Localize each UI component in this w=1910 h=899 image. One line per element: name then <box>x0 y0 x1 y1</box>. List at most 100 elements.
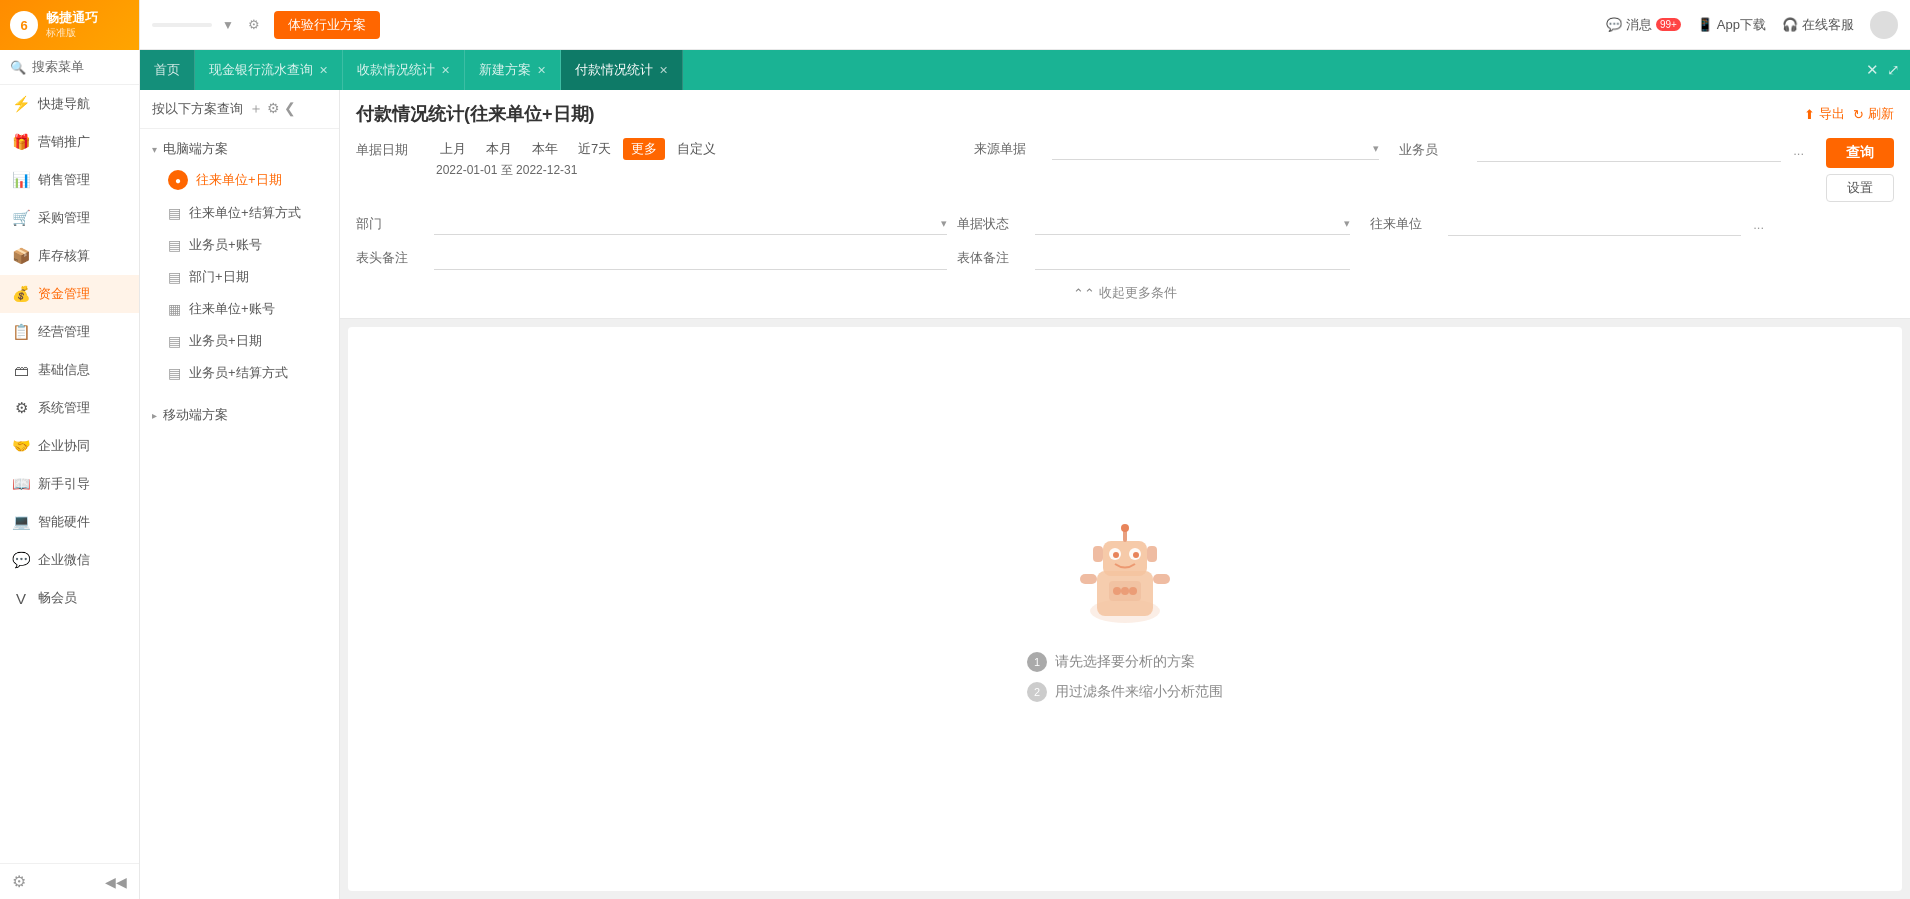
search-icon: 🔍 <box>10 60 26 75</box>
scheme-item-unit-settle[interactable]: ▤ 往来单位+结算方式 <box>140 197 339 229</box>
sidebar-item-capital[interactable]: 💰 资金管理 <box>0 275 139 313</box>
active-scheme-dot: ● <box>168 170 188 190</box>
notifications-badge: 99+ <box>1656 18 1681 31</box>
tab-bank-flow[interactable]: 现金银行流水查询 ✕ <box>195 50 343 90</box>
phone-icon: 📱 <box>1697 17 1713 32</box>
staff-input[interactable] <box>1477 138 1781 162</box>
date-btn-this-month[interactable]: 本月 <box>478 138 520 160</box>
tab-pay-stats[interactable]: 付款情况统计 ✕ <box>561 50 683 90</box>
trial-btn[interactable]: 体验行业方案 <box>274 11 380 39</box>
scheme-group-mobile-title[interactable]: ▸ 移动端方案 <box>140 401 339 429</box>
query-btn[interactable]: 查询 <box>1826 138 1894 168</box>
tab-close-payment-stats[interactable]: ✕ <box>441 64 450 77</box>
source-select[interactable]: ▾ <box>1052 138 1379 160</box>
sidebar-item-wechat[interactable]: 💬 企业微信 <box>0 541 139 579</box>
result-area: 1 请先选择要分析的方案 2 用过滤条件来缩小分析范围 <box>348 327 1902 891</box>
collapse-sidebar-icon[interactable]: ◀◀ <box>105 874 127 890</box>
sidebar-item-guide[interactable]: 📖 新手引导 <box>0 465 139 503</box>
sidebar-item-label: 新手引导 <box>38 475 90 493</box>
scheme-icon-6: ▤ <box>168 365 181 381</box>
app-download-btn[interactable]: 📱 App下载 <box>1697 16 1766 34</box>
settings-icon[interactable]: ⚙ <box>12 872 26 891</box>
sidebar-item-coop[interactable]: 🤝 企业协同 <box>0 427 139 465</box>
scheme-panel: 按以下方案查询 ＋ ⚙ ❮ ▾ 电脑端方案 ● 往来单位+日期 ▤ <box>140 90 340 899</box>
sidebar-item-label: 企业协同 <box>38 437 90 455</box>
body-note-input[interactable] <box>1035 246 1351 270</box>
settings-btn[interactable]: 设置 <box>1826 174 1894 202</box>
scheme-item-staff-account[interactable]: ▤ 业务员+账号 <box>140 229 339 261</box>
partner-input[interactable] <box>1448 212 1741 236</box>
message-icon: 💬 <box>1606 17 1622 32</box>
doc-status-select[interactable]: ▾ <box>1035 213 1351 235</box>
dept-select[interactable]: ▾ <box>434 213 947 235</box>
scheme-item-staff-date[interactable]: ▤ 业务员+日期 <box>140 325 339 357</box>
sidebar-item-system[interactable]: ⚙ 系统管理 <box>0 389 139 427</box>
tab-new-scheme[interactable]: 新建方案 ✕ <box>465 50 561 90</box>
sidebar-item-operation[interactable]: 📋 经营管理 <box>0 313 139 351</box>
date-btn-last-month[interactable]: 上月 <box>432 138 474 160</box>
sidebar-item-inventory[interactable]: 📦 库存核算 <box>0 237 139 275</box>
sidebar-item-purchase[interactable]: 🛒 采购管理 <box>0 199 139 237</box>
scheme-collapse-icon[interactable]: ❮ <box>284 100 296 118</box>
export-label: 导出 <box>1819 105 1845 123</box>
sidebar-search[interactable]: 🔍 搜索菜单 <box>0 50 139 85</box>
tab-expand-icon[interactable]: ⤢ <box>1887 61 1900 79</box>
tab-home[interactable]: 首页 <box>140 50 195 90</box>
staff-label: 业务员 <box>1399 141 1469 159</box>
export-btn[interactable]: ⬆ 导出 <box>1804 105 1845 123</box>
scheme-icon-5: ▤ <box>168 333 181 349</box>
header-note-label: 表头备注 <box>356 249 426 267</box>
scheme-icon-3: ▤ <box>168 269 181 285</box>
refresh-btn[interactable]: ↻ 刷新 <box>1853 105 1894 123</box>
topbar-gear-icon[interactable]: ⚙ <box>248 17 260 32</box>
tab-close-pay-stats[interactable]: ✕ <box>659 64 668 77</box>
sidebar-item-quick-nav[interactable]: ⚡ 快捷导航 <box>0 85 139 123</box>
guide-icon: 📖 <box>12 475 30 493</box>
date-btn-this-year[interactable]: 本年 <box>524 138 566 160</box>
scheme-item-label: 往来单位+结算方式 <box>189 204 301 222</box>
tab-payment-stats[interactable]: 收款情况统计 ✕ <box>343 50 465 90</box>
date-btn-7days[interactable]: 近7天 <box>570 138 619 160</box>
dept-label: 部门 <box>356 215 426 233</box>
scheme-add-icon[interactable]: ＋ <box>249 100 263 118</box>
staff-ellipsis[interactable]: ... <box>1793 143 1804 158</box>
sidebar-item-vip[interactable]: V 畅会员 <box>0 579 139 617</box>
scheme-item-unit-date[interactable]: ● 往来单位+日期 <box>140 163 339 197</box>
scheme-item-staff-settle[interactable]: ▤ 业务员+结算方式 <box>140 357 339 389</box>
sidebar-item-label: 智能硬件 <box>38 513 90 531</box>
filter-area: 付款情况统计(往来单位+日期) ⬆ 导出 ↻ 刷新 <box>340 90 1910 319</box>
sidebar-item-basic[interactable]: 🗃 基础信息 <box>0 351 139 389</box>
sidebar-nav: ⚡ 快捷导航 🎁 营销推广 📊 销售管理 🛒 采购管理 📦 库存核算 💰 资金管… <box>0 85 139 863</box>
partner-ellipsis[interactable]: ... <box>1753 217 1764 232</box>
online-service-btn[interactable]: 🎧 在线客服 <box>1782 16 1854 34</box>
quick-nav-icon: ⚡ <box>12 95 30 113</box>
topbar-dropdown-arrow[interactable]: ▼ <box>222 18 234 32</box>
scheme-group-desktop-title[interactable]: ▾ 电脑端方案 <box>140 135 339 163</box>
date-btn-more[interactable]: 更多 <box>623 138 665 160</box>
svg-point-14 <box>1113 587 1121 595</box>
source-label: 来源单据 <box>974 140 1044 158</box>
search-label: 搜索菜单 <box>32 58 84 76</box>
collapse-conditions-btn[interactable]: ⌃⌃ 收起更多条件 <box>356 276 1894 306</box>
sidebar: 6 畅捷通巧 标准版 🔍 搜索菜单 ⚡ 快捷导航 🎁 营销推广 📊 销售管理 🛒… <box>0 0 140 899</box>
scheme-group-desktop: ▾ 电脑端方案 ● 往来单位+日期 ▤ 往来单位+结算方式 ▤ 业务员+账号 ▤ <box>140 129 339 395</box>
sidebar-item-sales[interactable]: 📊 销售管理 <box>0 161 139 199</box>
notifications-btn[interactable]: 💬 消息 99+ <box>1606 16 1681 34</box>
sidebar-item-hardware[interactable]: 💻 智能硬件 <box>0 503 139 541</box>
date-btn-custom[interactable]: 自定义 <box>669 138 724 160</box>
scheme-item-unit-account[interactable]: ▦ 往来单位+账号 <box>140 293 339 325</box>
tab-close-all-icon[interactable]: ✕ <box>1866 61 1879 79</box>
payment-stats-tab-label: 收款情况统计 <box>357 61 435 79</box>
date-label: 单据日期 <box>356 138 426 159</box>
desktop-group-arrow: ▾ <box>152 144 157 155</box>
right-content: 付款情况统计(往来单位+日期) ⬆ 导出 ↻ 刷新 <box>340 90 1910 899</box>
scheme-item-dept-date[interactable]: ▤ 部门+日期 <box>140 261 339 293</box>
scheme-settings-icon[interactable]: ⚙ <box>267 100 280 118</box>
tabbar-actions: ✕ ⤢ <box>1856 50 1910 90</box>
user-avatar[interactable] <box>1870 11 1898 39</box>
sidebar-item-marketing[interactable]: 🎁 营销推广 <box>0 123 139 161</box>
empty-robot-illustration <box>1065 516 1185 636</box>
tab-close-bank-flow[interactable]: ✕ <box>319 64 328 77</box>
tab-close-new-scheme[interactable]: ✕ <box>537 64 546 77</box>
header-note-input[interactable] <box>434 246 947 270</box>
